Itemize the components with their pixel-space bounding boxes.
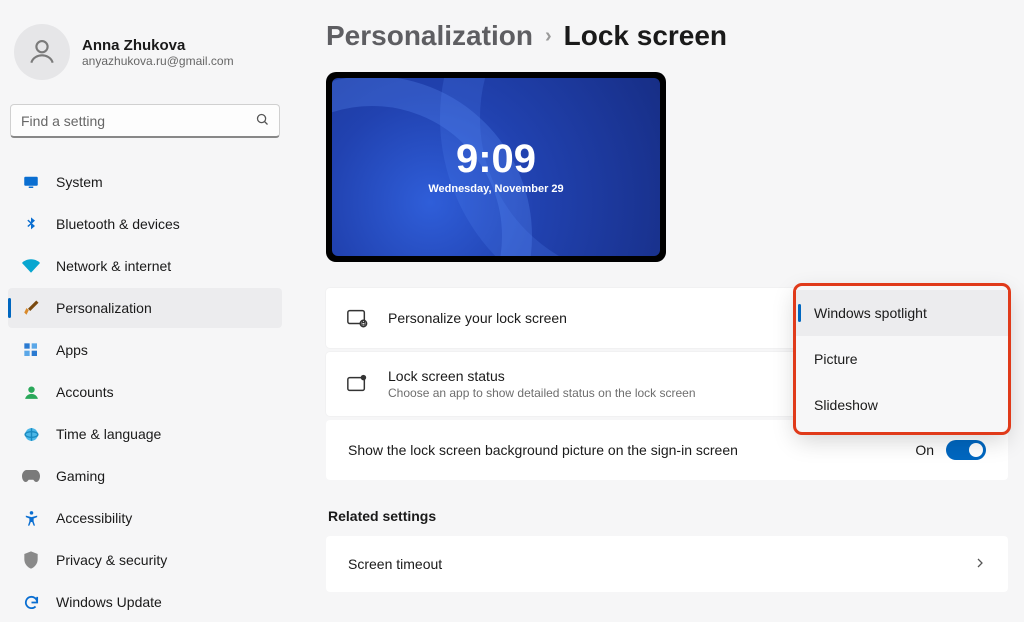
sidebar-item-gaming[interactable]: Gaming (8, 456, 282, 496)
chevron-right-icon (974, 556, 986, 572)
toggle-state-text: On (915, 442, 934, 458)
avatar (14, 24, 70, 80)
sidebar-item-apps[interactable]: Apps (8, 330, 282, 370)
dropdown-option-label: Slideshow (814, 397, 878, 413)
paintbrush-icon (22, 299, 40, 317)
bluetooth-icon (22, 215, 40, 233)
sidebar-item-system[interactable]: System (8, 162, 282, 202)
monitor-icon (22, 173, 40, 191)
main-content: Personalization › Lock screen 9:09 Wedne… (290, 0, 1024, 618)
breadcrumb-parent[interactable]: Personalization (326, 20, 533, 52)
sidebar-item-label: Gaming (56, 468, 105, 484)
profile-block[interactable]: Anna Zhukova anyazhukova.ru@gmail.com (8, 20, 282, 90)
personalize-dropdown: Windows spotlight Picture Slideshow (796, 286, 1008, 432)
chevron-right-icon: › (545, 25, 552, 48)
account-icon (22, 383, 40, 401)
toggle-switch[interactable] (946, 440, 986, 460)
nav: System Bluetooth & devices Network & int… (8, 162, 282, 622)
sidebar-item-label: Bluetooth & devices (56, 216, 180, 232)
dropdown-option-spotlight[interactable]: Windows spotlight (796, 290, 1008, 336)
dropdown-option-slideshow[interactable]: Slideshow (796, 382, 1008, 428)
sidebar-item-accessibility[interactable]: Accessibility (8, 498, 282, 538)
apps-icon (22, 341, 40, 359)
dropdown-option-label: Windows spotlight (814, 305, 927, 321)
sidebar-item-label: Accessibility (56, 510, 132, 526)
sidebar-item-privacy[interactable]: Privacy & security (8, 540, 282, 580)
wifi-icon (22, 257, 40, 275)
sidebar-item-label: Windows Update (56, 594, 162, 610)
person-icon (26, 36, 58, 68)
sidebar-item-network[interactable]: Network & internet (8, 246, 282, 286)
dropdown-option-picture[interactable]: Picture (796, 336, 1008, 382)
preview-date: Wednesday, November 29 (428, 183, 563, 195)
sidebar-item-time-language[interactable]: Time & language (8, 414, 282, 454)
sidebar-item-label: System (56, 174, 103, 190)
picture-dot-icon (346, 373, 368, 395)
toggle-label: Show the lock screen background picture … (348, 442, 903, 458)
lockscreen-preview: 9:09 Wednesday, November 29 (326, 72, 666, 262)
search-icon (255, 112, 270, 130)
update-icon (22, 593, 40, 611)
breadcrumb: Personalization › Lock screen (326, 20, 1008, 52)
shield-icon (22, 551, 40, 569)
preview-time: 9:09 (456, 139, 536, 179)
sidebar-item-label: Accounts (56, 384, 114, 400)
sidebar: Anna Zhukova anyazhukova.ru@gmail.com Sy… (0, 0, 290, 618)
dropdown-option-label: Picture (814, 351, 858, 367)
accessibility-icon (22, 509, 40, 527)
link-label: Screen timeout (348, 556, 974, 572)
profile-name: Anna Zhukova (82, 37, 234, 54)
page-title: Lock screen (564, 20, 727, 52)
link-screen-timeout[interactable]: Screen timeout (326, 536, 1008, 592)
search-input[interactable] (10, 104, 280, 138)
gamepad-icon (22, 467, 40, 485)
section-related-settings: Related settings (328, 508, 1008, 524)
sidebar-item-personalization[interactable]: Personalization (8, 288, 282, 328)
sidebar-item-update[interactable]: Windows Update (8, 582, 282, 622)
search-box (10, 104, 280, 138)
picture-lock-icon (346, 307, 368, 329)
sidebar-item-label: Privacy & security (56, 552, 167, 568)
sidebar-item-label: Time & language (56, 426, 161, 442)
profile-email: anyazhukova.ru@gmail.com (82, 54, 234, 68)
sidebar-item-label: Personalization (56, 300, 152, 316)
sidebar-item-label: Network & internet (56, 258, 171, 274)
globe-icon (22, 425, 40, 443)
sidebar-item-label: Apps (56, 342, 88, 358)
sidebar-item-accounts[interactable]: Accounts (8, 372, 282, 412)
sidebar-item-bluetooth[interactable]: Bluetooth & devices (8, 204, 282, 244)
